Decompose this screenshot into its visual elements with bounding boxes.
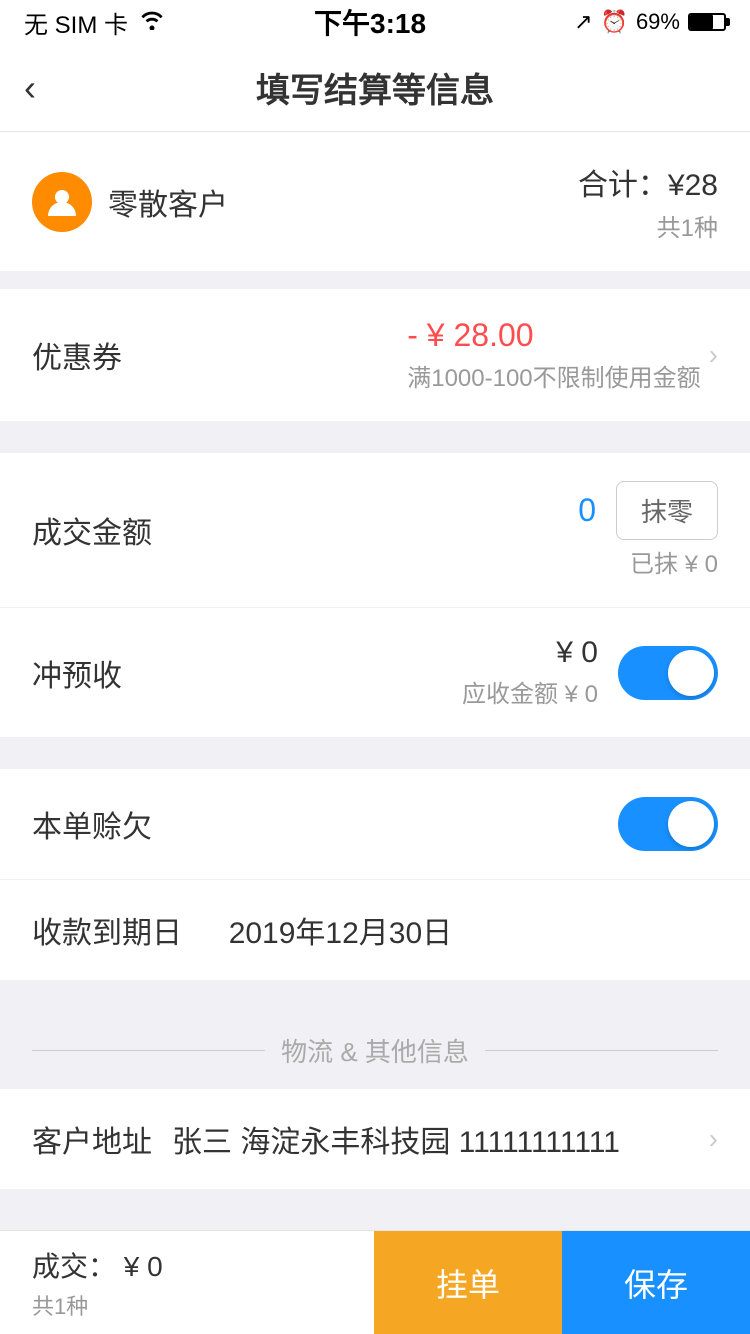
customer-row: 零散客户 合计：¥28 共1种 <box>0 132 750 271</box>
status-bar: 无 SIM 卡 下午3:18 ↗ ⏰ 69% <box>0 0 750 44</box>
bottom-bar: 成交： ¥ 0 共1种 挂单 保存 <box>0 1230 750 1334</box>
address-section: 客户地址 张三 海淀永丰科技园 11111111111 › <box>0 1089 750 1189</box>
bottom-deal-label: 成交： <box>32 1251 116 1282</box>
battery-icon <box>688 13 726 31</box>
duedate-label: 收款到期日 <box>32 917 182 950</box>
status-time: 下午3:18 <box>314 2 426 42</box>
prepaid-right: ¥ 0 应收金额 ¥ 0 <box>462 636 718 709</box>
prepaid-label: 冲预收 <box>32 651 122 695</box>
status-left: 无 SIM 卡 <box>24 5 166 40</box>
duedate-value: 2019年12月30日 <box>229 917 452 950</box>
coupon-label: 优惠券 <box>32 333 122 377</box>
credit-toggle-knob <box>668 801 714 847</box>
credit-row: 本单赊欠 <box>0 769 750 879</box>
coupon-chevron-icon: › <box>709 339 718 371</box>
logistics-header: 物流 & 其他信息 <box>0 1012 750 1089</box>
address-chevron-icon: › <box>709 1123 718 1155</box>
bottom-deal: 成交： ¥ 0 <box>32 1245 342 1285</box>
address-value: 张三 海淀永丰科技园 11111111111 <box>172 1117 709 1161</box>
prepaid-receivable: 应收金额 ¥ 0 <box>462 674 598 709</box>
credit-label: 本单赊欠 <box>32 802 152 846</box>
coupon-section: 优惠券 - ¥ 28.00 满1000-100不限制使用金额 › <box>0 287 750 421</box>
deal-amount-label: 成交金额 <box>32 508 152 552</box>
hold-button[interactable]: 挂单 <box>374 1231 562 1334</box>
section-divider-2 <box>0 753 750 769</box>
customer-info: 零散客户 <box>32 172 228 232</box>
bottom-count: 共1种 <box>32 1289 342 1321</box>
back-button[interactable]: ‹ <box>24 67 36 109</box>
prepaid-toggle[interactable] <box>618 646 718 700</box>
bottom-deal-amount: ¥ 0 <box>124 1251 163 1282</box>
customer-avatar <box>32 172 92 232</box>
location-icon: ↗ <box>574 9 592 35</box>
alarm-icon: ⏰ <box>601 9 628 35</box>
nav-bar: ‹ 填写结算等信息 <box>0 44 750 132</box>
deal-amount-sub: 已抹 ¥ 0 <box>578 544 718 579</box>
customer-total: 合计：¥28 共1种 <box>578 160 718 243</box>
coupon-right: - ¥ 28.00 满1000-100不限制使用金额 › <box>407 317 718 393</box>
bottom-summary: 成交： ¥ 0 共1种 <box>0 1245 374 1321</box>
toggle-knob <box>668 650 714 696</box>
credit-section: 本单赊欠 收款到期日 2019年12月30日 <box>0 769 750 980</box>
section-divider-3 <box>0 996 750 1012</box>
duedate-text: 收款到期日 2019年12月30日 <box>32 917 452 950</box>
customer-name: 零散客户 <box>108 180 228 224</box>
prepaid-amount-group: ¥ 0 应收金额 ¥ 0 <box>462 636 598 709</box>
logistics-line-left <box>32 1050 265 1051</box>
duedate-row: 收款到期日 2019年12月30日 <box>0 879 750 980</box>
prepaid-amount: ¥ 0 <box>462 636 598 670</box>
coupon-row[interactable]: 优惠券 - ¥ 28.00 满1000-100不限制使用金额 › <box>0 288 750 421</box>
logistics-line-right <box>485 1050 718 1051</box>
credit-toggle[interactable] <box>618 797 718 851</box>
page-title: 填写结算等信息 <box>256 63 494 112</box>
deal-amount-value: 0 <box>578 492 596 529</box>
status-right: ↗ ⏰ 69% <box>574 9 726 35</box>
wifi-icon <box>138 8 166 36</box>
deal-section: 成交金额 0 抹零 已抹 ¥ 0 冲预收 ¥ 0 应收金额 ¥ 0 <box>0 453 750 737</box>
coupon-desc: 满1000-100不限制使用金额 <box>407 358 700 393</box>
prepaid-row: 冲预收 ¥ 0 应收金额 ¥ 0 <box>0 607 750 737</box>
duedate-spacer <box>190 917 220 950</box>
deal-amount-right: 0 抹零 <box>578 481 718 540</box>
deal-amount-row: 成交金额 0 抹零 已抹 ¥ 0 <box>0 453 750 607</box>
address-label: 客户地址 <box>32 1117 152 1161</box>
coupon-discount: - ¥ 28.00 <box>407 317 700 354</box>
total-amount: 合计：¥28 <box>578 160 718 204</box>
round-zero-button[interactable]: 抹零 <box>616 481 718 540</box>
battery-percent: 69% <box>636 9 680 35</box>
section-divider-1 <box>0 437 750 453</box>
total-count: 共1种 <box>578 208 718 243</box>
logistics-title: 物流 & 其他信息 <box>281 1032 469 1069</box>
save-button[interactable]: 保存 <box>562 1231 750 1334</box>
customer-section: 零散客户 合计：¥28 共1种 <box>0 132 750 271</box>
sim-label: 无 SIM 卡 <box>24 5 128 40</box>
address-row[interactable]: 客户地址 张三 海淀永丰科技园 11111111111 › <box>0 1089 750 1189</box>
